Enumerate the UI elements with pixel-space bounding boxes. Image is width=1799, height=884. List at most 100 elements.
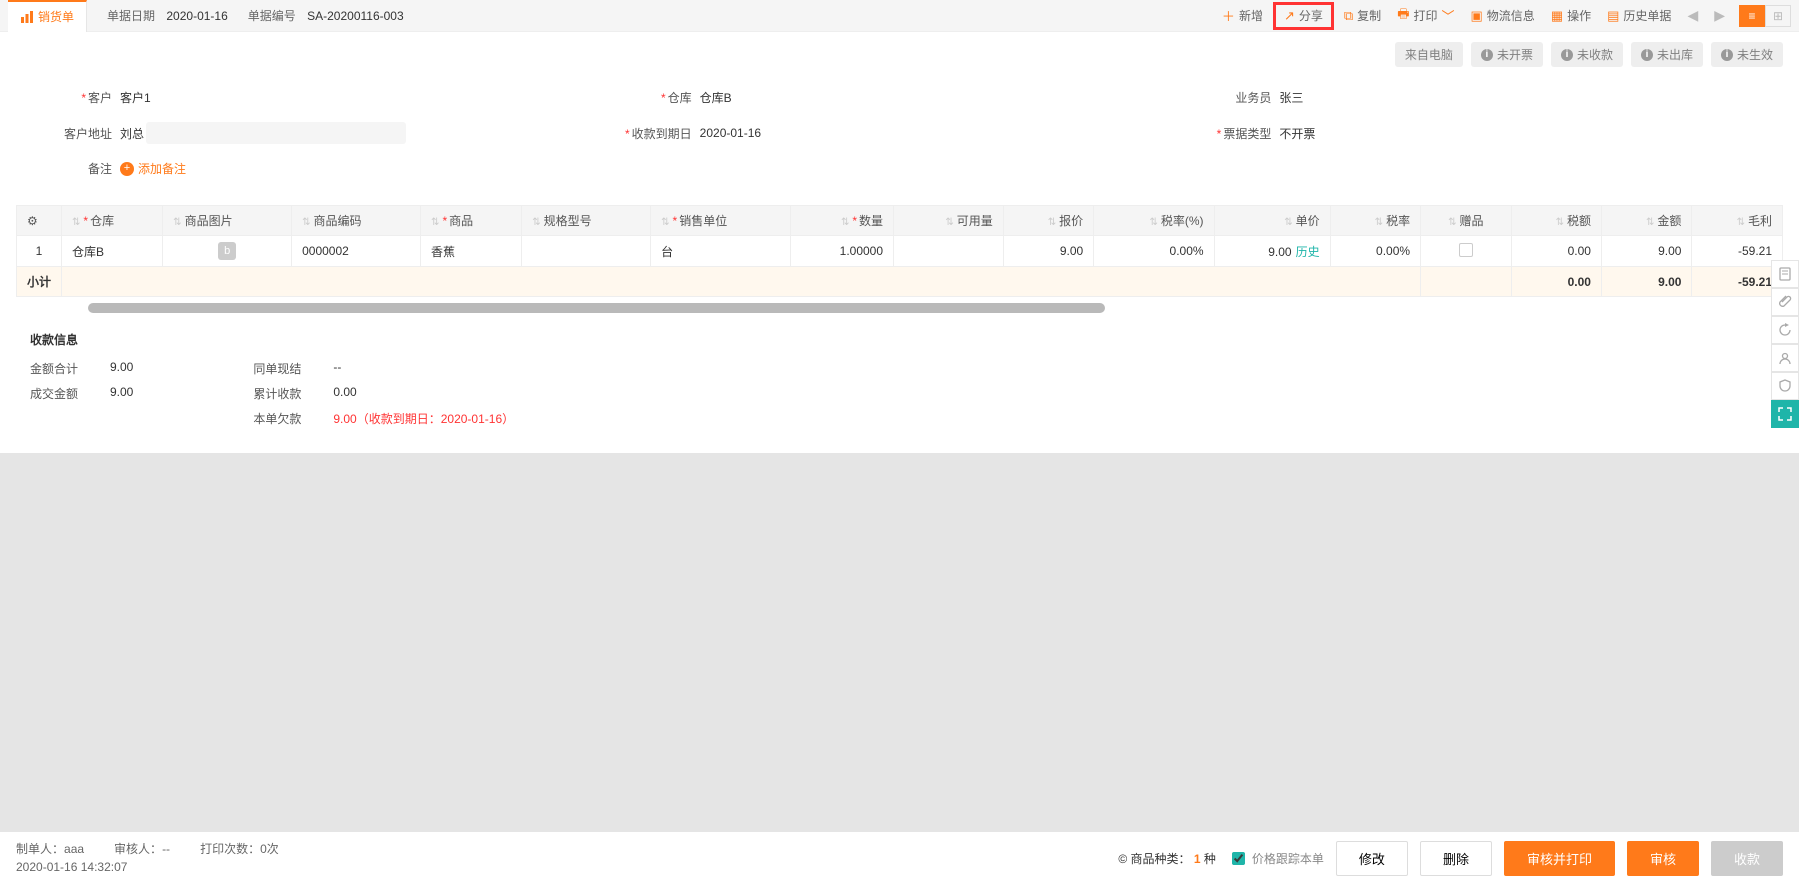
col-salesunit[interactable]: ⇅*销售单位 [651, 206, 791, 236]
table-wrap: ⚙ ⇅*仓库 ⇅商品图片 ⇅商品编码 ⇅*商品 ⇅规格型号 ⇅*销售单位 ⇅*数… [0, 205, 1799, 303]
col-code[interactable]: ⇅商品编码 [292, 206, 421, 236]
history-link[interactable]: 历史 [1296, 245, 1320, 259]
side-tool-rail [1771, 260, 1799, 428]
field-salesman: 业务员 张三 [1189, 89, 1769, 106]
footer-timestamp: 2020-01-16 14:32:07 [16, 858, 279, 876]
price-follow-checkbox[interactable]: 价格跟踪本单 [1228, 849, 1324, 868]
ops-button[interactable]: ▦操作 [1545, 5, 1597, 26]
subtotal-label: 小计 [17, 267, 62, 297]
pay-total: 金额合计9.00 [30, 356, 133, 381]
price-follow-input[interactable] [1232, 852, 1245, 865]
prev-arrow[interactable]: ◀ [1681, 7, 1704, 24]
field-customer: *客户 客户1 [30, 89, 610, 106]
share-highlight: ↗分享 [1273, 2, 1334, 30]
view-toggle: ≡ ⊞ [1739, 5, 1791, 27]
share-icon: ↗ [1284, 8, 1295, 24]
pay-deal: 成交金额9.00 [30, 381, 133, 406]
field-address: 客户地址 刘总 [30, 122, 610, 144]
cell-amount: 9.00 [1601, 236, 1691, 267]
view-grid[interactable]: ⊞ [1765, 5, 1791, 27]
logistics-button[interactable]: ▣物流信息 [1465, 5, 1541, 26]
col-spec[interactable]: ⇅规格型号 [522, 206, 651, 236]
form-area: *客户 客户1 *仓库 仓库B 业务员 张三 客户地址 刘总 *收款到期日 20… [0, 71, 1799, 205]
info-icon: i [1481, 49, 1493, 61]
tab-sales-order[interactable]: 销货单 [8, 0, 87, 32]
add-remark-link[interactable]: + 添加备注 [120, 160, 186, 177]
subtotal-profit: -59.21 [1692, 267, 1783, 297]
chip-uninvoiced[interactable]: i未开票 [1471, 42, 1543, 67]
modify-button[interactable]: 修改 [1336, 841, 1408, 876]
doc-date: 单据日期 2020-01-16 [107, 7, 228, 24]
view-list[interactable]: ≡ [1739, 5, 1765, 27]
cell-profit: -59.21 [1692, 236, 1783, 267]
print-icon: 🖶 [1397, 5, 1409, 27]
chip-unpaid[interactable]: i未收款 [1551, 42, 1623, 67]
field-due-date: *收款到期日 2020-01-16 [610, 122, 1190, 144]
field-invoice-type: *票据类型 不开票 [1189, 122, 1769, 144]
subtotal-amount: 9.00 [1601, 267, 1691, 297]
plus-icon: ＋ [1222, 6, 1235, 25]
footer-bar: 制单人：aaa 审核人：-- 打印次数：0次 2020-01-16 14:32:… [0, 831, 1799, 884]
doc-number: 单据编号 SA-20200116-003 [248, 7, 404, 24]
cell-discount: 0.00% [1094, 236, 1214, 267]
pay-sameorder: 同单现结-- [253, 356, 514, 381]
info-icon: i [1641, 49, 1653, 61]
col-quote[interactable]: ⇅报价 [1003, 206, 1093, 236]
col-image[interactable]: ⇅商品图片 [163, 206, 292, 236]
info-icon: i [1561, 49, 1573, 61]
col-available[interactable]: ⇅可用量 [894, 206, 1004, 236]
copyright-icon: © [1118, 852, 1127, 866]
chip-uneffective[interactable]: i未生效 [1711, 42, 1783, 67]
pay-acc: 累计收款0.00 [253, 381, 514, 406]
cell-taxamount: 0.00 [1511, 236, 1601, 267]
col-unitprice[interactable]: ⇅单价 [1214, 206, 1330, 236]
tab-label: 销货单 [38, 8, 74, 25]
horizontal-scrollbar[interactable] [88, 303, 1783, 313]
col-discount[interactable]: ⇅税率(%) [1094, 206, 1214, 236]
gear-icon: ⚙ [27, 214, 38, 228]
note-icon[interactable] [1771, 260, 1799, 288]
refresh-icon[interactable] [1771, 316, 1799, 344]
subtotal-row: 小计 0.00 9.00 -59.21 [17, 267, 1783, 297]
col-gift[interactable]: ⇅赠品 [1421, 206, 1511, 236]
subtotal-tax: 0.00 [1511, 267, 1601, 297]
attach-icon[interactable] [1771, 288, 1799, 316]
col-gear[interactable]: ⚙ [17, 206, 62, 236]
expand-icon[interactable] [1771, 400, 1799, 428]
cell-product: 香蕉 [421, 236, 522, 267]
audit-print-button[interactable]: 审核并打印 [1504, 841, 1615, 876]
col-taxrate[interactable]: ⇅税率 [1330, 206, 1420, 236]
chip-unship[interactable]: i未出库 [1631, 42, 1703, 67]
print-button[interactable]: 🖶打印﹀ [1391, 3, 1460, 29]
audit-button[interactable]: 审核 [1627, 841, 1699, 876]
next-arrow[interactable]: ▶ [1708, 7, 1731, 24]
cell-qty: 1.00000 [790, 236, 893, 267]
col-amount[interactable]: ⇅金额 [1601, 206, 1691, 236]
chart-icon [20, 10, 34, 24]
history-button[interactable]: ▤历史单据 [1601, 5, 1677, 26]
grid-icon: ▦ [1551, 8, 1563, 24]
copy-icon: ⧉ [1344, 8, 1353, 24]
col-profit[interactable]: ⇅毛利 [1692, 206, 1783, 236]
col-product[interactable]: ⇅*商品 [421, 206, 522, 236]
cell-idx: 1 [17, 236, 62, 267]
plus-circle-icon: + [120, 162, 134, 176]
chip-source: 来自电脑 [1395, 42, 1463, 67]
address-masked [146, 122, 406, 144]
top-bar: 销货单 单据日期 2020-01-16 单据编号 SA-20200116-003… [0, 0, 1799, 32]
delete-button[interactable]: 删除 [1420, 841, 1492, 876]
footer-info: 制单人：aaa 审核人：-- 打印次数：0次 2020-01-16 14:32:… [16, 840, 279, 876]
col-taxamount[interactable]: ⇅税额 [1511, 206, 1601, 236]
gift-checkbox[interactable] [1459, 243, 1473, 257]
shield-icon[interactable] [1771, 372, 1799, 400]
col-warehouse[interactable]: ⇅*仓库 [62, 206, 163, 236]
cell-code: 0000002 [292, 236, 421, 267]
copy-button[interactable]: ⧉复制 [1338, 5, 1387, 26]
share-button[interactable]: ↗分享 [1278, 5, 1329, 26]
col-qty[interactable]: ⇅*数量 [790, 206, 893, 236]
add-button[interactable]: ＋新增 [1216, 4, 1269, 27]
toolbar: ＋新增 ↗分享 ⧉复制 🖶打印﹀ ▣物流信息 ▦操作 ▤历史单据 ◀ ▶ ≡ ⊞ [1216, 2, 1791, 30]
field-warehouse: *仓库 仓库B [610, 89, 1190, 106]
user-icon[interactable] [1771, 344, 1799, 372]
table-row[interactable]: 1 仓库B b 0000002 香蕉 台 1.00000 9.00 0.00% … [17, 236, 1783, 267]
